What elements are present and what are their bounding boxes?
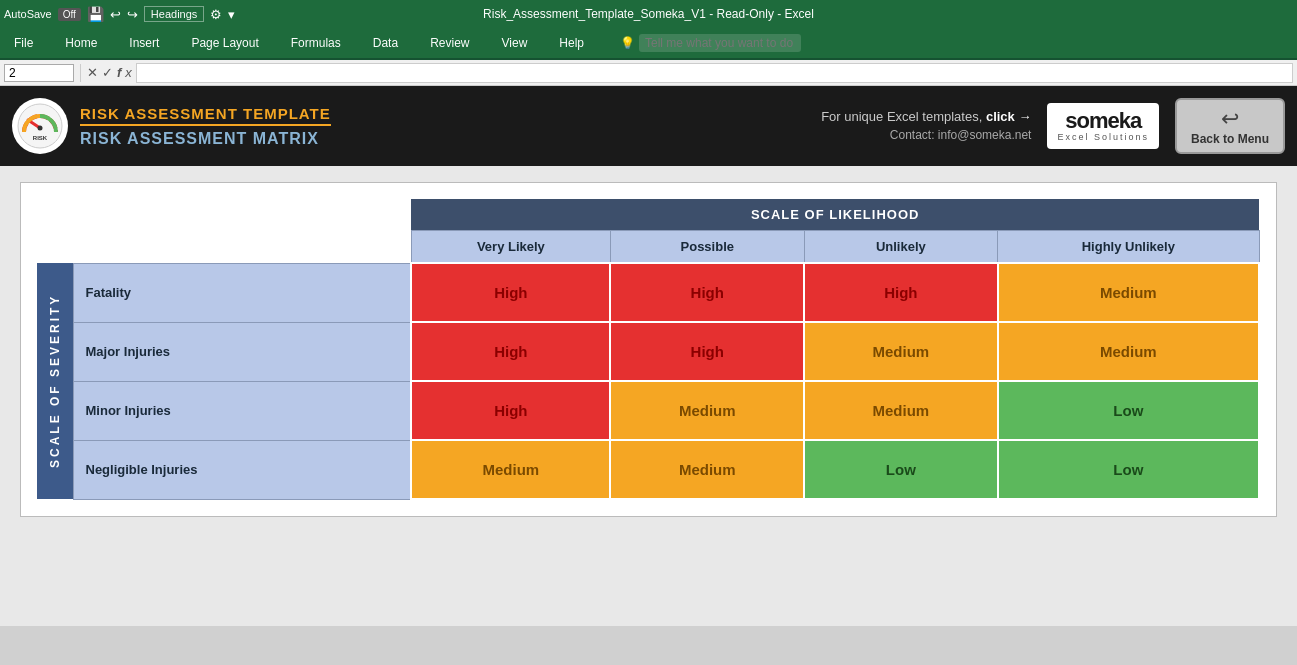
headings-toggle[interactable]: Headings (144, 6, 204, 22)
risk-cell: Medium (411, 440, 610, 499)
confirm-formula-icon[interactable]: ✓ (102, 65, 113, 80)
risk-cell: High (411, 322, 610, 381)
main-area: SCALE OF LIKELIHOOD Very Likely Possible… (0, 166, 1297, 626)
risk-cell: Medium (804, 381, 998, 440)
header-title-top: RISK ASSESSMENT TEMPLATE (80, 105, 331, 126)
risk-cell: Medium (998, 263, 1259, 322)
scale-of-severity-label: SCALE OF SEVERITY (37, 263, 73, 499)
save-icon[interactable]: 💾 (87, 6, 104, 22)
logo-circle: RISK (12, 98, 68, 154)
tab-view[interactable]: View (496, 32, 534, 54)
someka-logo: someka Excel Solutions (1047, 103, 1159, 149)
formula-input[interactable] (136, 63, 1293, 83)
svg-text:RISK: RISK (33, 135, 48, 141)
risk-matrix-container: SCALE OF LIKELIHOOD Very Likely Possible… (20, 182, 1277, 517)
filter-icon[interactable]: ⚙ (210, 7, 222, 22)
severity-row-label: Negligible Injuries (73, 440, 411, 499)
contact-email: Contact: info@someka.net (821, 128, 1031, 142)
corner-empty (37, 199, 411, 231)
col-header-possible: Possible (610, 231, 804, 264)
undo-icon[interactable]: ↩ (110, 7, 121, 22)
tab-file[interactable]: File (8, 32, 39, 54)
col-header-highly-unlikely: Highly Unlikely (998, 231, 1259, 264)
risk-cell: Medium (998, 322, 1259, 381)
header-title-bottom: RISK ASSESSMENT MATRIX (80, 130, 331, 148)
tab-home[interactable]: Home (59, 32, 103, 54)
autosave-toggle[interactable]: Off (58, 8, 81, 21)
risk-cell: High (804, 263, 998, 322)
header-contact: For unique Excel templates, click → Cont… (821, 109, 1031, 142)
table-row: SCALE OF SEVERITYFatalityHighHighHighMed… (37, 263, 1259, 322)
risk-cell: Medium (610, 381, 804, 440)
cancel-formula-icon[interactable]: ✕ (87, 65, 98, 80)
back-arrow-icon: ↩ (1221, 106, 1239, 132)
redo-icon[interactable]: ↪ (127, 7, 138, 22)
tab-insert[interactable]: Insert (123, 32, 165, 54)
table-row: Major InjuriesHighHighMediumMedium (37, 322, 1259, 381)
risk-cell: High (610, 263, 804, 322)
col-header-unlikely: Unlikely (804, 231, 998, 264)
back-to-menu-label: Back to Menu (1191, 132, 1269, 146)
gauge-icon: RISK (16, 102, 64, 150)
click-link[interactable]: click → (986, 109, 1032, 124)
risk-cell: Low (804, 440, 998, 499)
risk-cell: Low (998, 381, 1259, 440)
risk-cell: Medium (804, 322, 998, 381)
svg-point-1 (38, 126, 43, 131)
risk-cell: High (411, 381, 610, 440)
tab-page-layout[interactable]: Page Layout (185, 32, 264, 54)
someka-logo-sub: Excel Solutions (1057, 133, 1149, 143)
risk-matrix-table: SCALE OF LIKELIHOOD Very Likely Possible… (37, 199, 1260, 500)
lightbulb-icon: 💡 (620, 36, 635, 50)
risk-cell: Medium (610, 440, 804, 499)
name-box[interactable] (4, 64, 74, 82)
tab-help[interactable]: Help (553, 32, 590, 54)
severity-row-label: Fatality (73, 263, 411, 322)
formula-separator (80, 64, 81, 82)
tab-formulas[interactable]: Formulas (285, 32, 347, 54)
table-row: Minor InjuriesHighMediumMediumLow (37, 381, 1259, 440)
severity-row-label: Major Injuries (73, 322, 411, 381)
click-text: For unique Excel templates, (821, 109, 982, 124)
risk-cell: High (411, 263, 610, 322)
col-header-very-likely: Very Likely (411, 231, 610, 264)
header-titles: RISK ASSESSMENT TEMPLATE RISK ASSESSMENT… (80, 105, 331, 148)
more-icon[interactable]: ▾ (228, 7, 235, 22)
someka-logo-text: someka (1065, 109, 1141, 133)
tell-me-area[interactable]: 💡 (620, 34, 801, 52)
tab-data[interactable]: Data (367, 32, 404, 54)
fx-label: x (125, 65, 132, 80)
scale-of-likelihood-header: SCALE OF LIKELIHOOD (411, 199, 1259, 231)
tab-review[interactable]: Review (424, 32, 475, 54)
risk-cell: High (610, 322, 804, 381)
window-title: Risk_Assessment_Template_Someka_V1 - Rea… (483, 7, 814, 21)
formula-icons: ✕ ✓ f x (87, 65, 132, 80)
back-to-menu-button[interactable]: ↩ Back to Menu (1175, 98, 1285, 154)
autosave-label: AutoSave (4, 8, 52, 20)
insert-function-icon[interactable]: f (117, 65, 121, 80)
table-row: Negligible InjuriesMediumMediumLowLow (37, 440, 1259, 499)
header-left: RISK RISK ASSESSMENT TEMPLATE RISK ASSES… (12, 98, 331, 154)
risk-cell: Low (998, 440, 1259, 499)
severity-row-label: Minor Injuries (73, 381, 411, 440)
header-right: For unique Excel templates, click → Cont… (821, 98, 1285, 154)
tell-me-input[interactable] (639, 34, 801, 52)
corner-empty-2 (37, 231, 411, 264)
